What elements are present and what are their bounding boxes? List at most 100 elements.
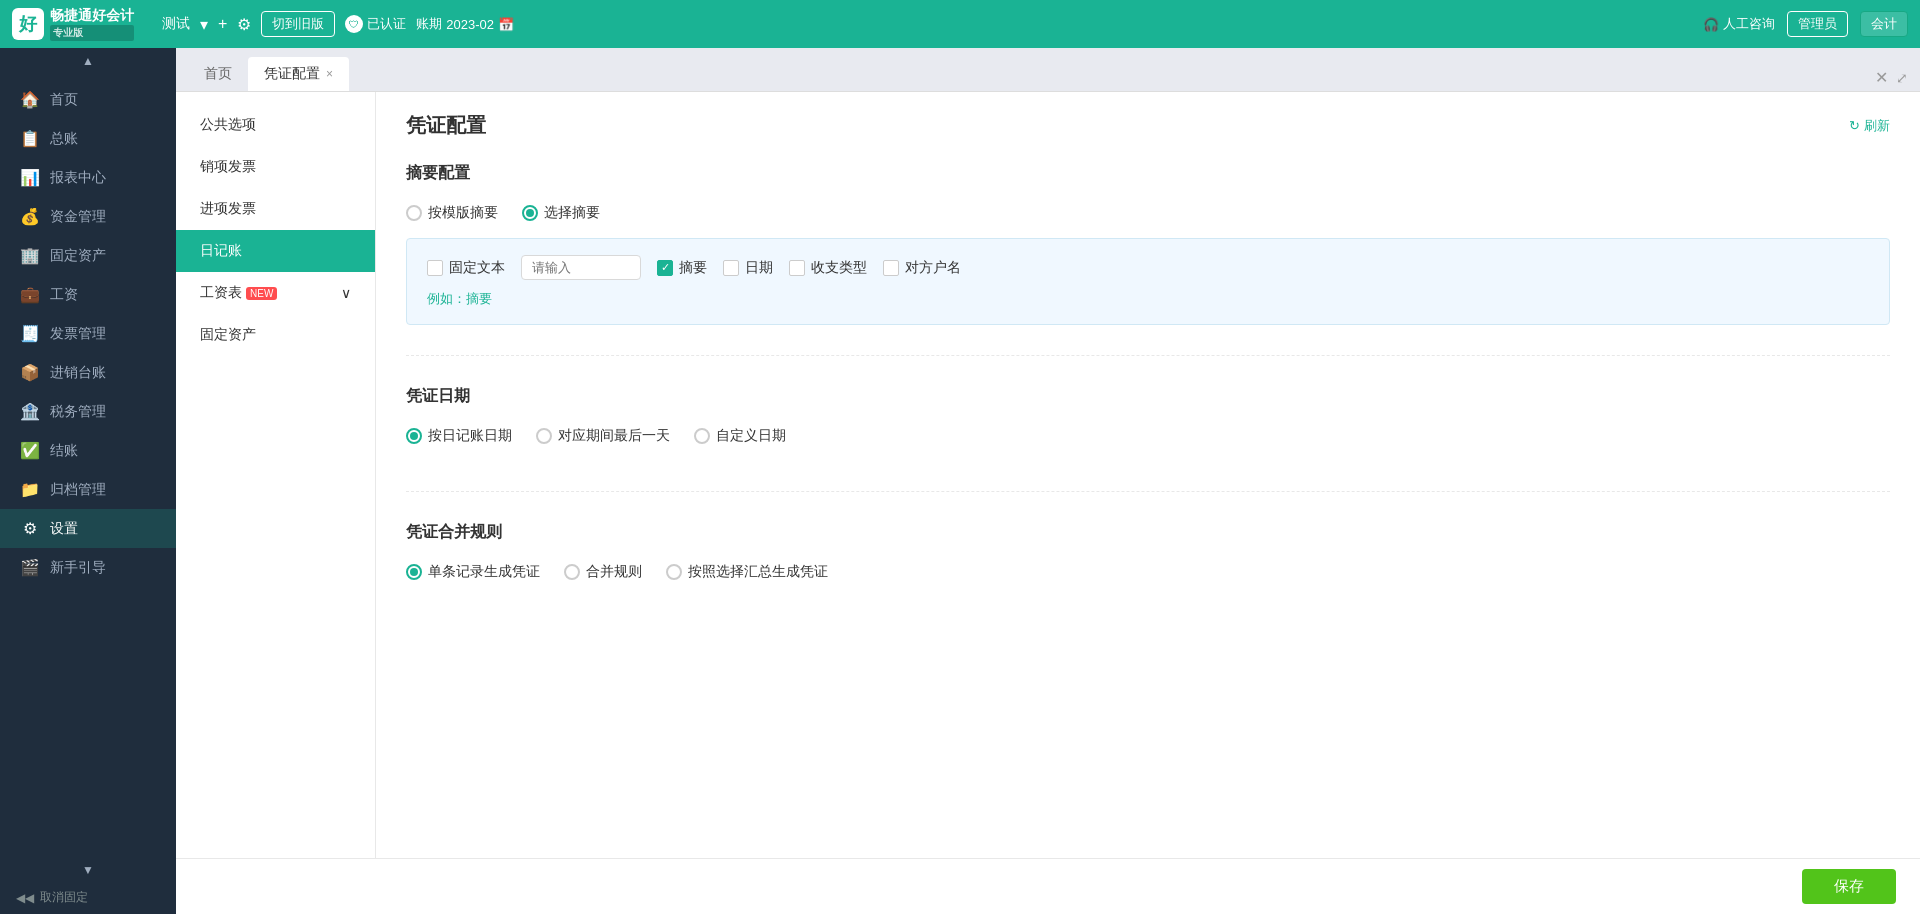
close-period-icon: ✅ xyxy=(20,441,40,460)
checkbox-summary[interactable]: ✓ 摘要 xyxy=(657,259,707,277)
logo: 好 畅捷通好会计 专业版 xyxy=(12,7,152,41)
sidebar-item-archive[interactable]: 📁 归档管理 xyxy=(0,470,176,509)
left-menu-item-public[interactable]: 公共选项 xyxy=(176,104,375,146)
tab-close-icon[interactable]: × xyxy=(326,67,333,81)
new-badge: NEW xyxy=(246,287,277,300)
radio-circle-custom-date xyxy=(694,428,710,444)
radio-period-last[interactable]: 对应期间最后一天 xyxy=(536,427,670,445)
summary-section-title: 摘要配置 xyxy=(406,163,1890,184)
left-menu-item-payroll[interactable]: 工资表NEW ∨ xyxy=(176,272,375,314)
refresh-button[interactable]: ↻ 刷新 xyxy=(1849,117,1890,135)
radio-merge-rule[interactable]: 合并规则 xyxy=(564,563,642,581)
sidebar-item-assets[interactable]: 🏢 固定资产 xyxy=(0,236,176,275)
left-menu-item-journal[interactable]: 日记账 xyxy=(176,230,375,272)
shield-icon: 🛡 xyxy=(345,15,363,33)
left-menu-item-purchase[interactable]: 进项发票 xyxy=(176,188,375,230)
summary-label: 摘要 xyxy=(679,259,707,277)
date-radio-group: 按日记账日期 对应期间最后一天 自定义日期 xyxy=(406,427,1890,445)
example-text: 例如：摘要 xyxy=(427,290,1869,308)
logo-text: 畅捷通好会计 专业版 xyxy=(50,7,134,41)
app-edition: 专业版 xyxy=(50,25,134,41)
company-selector[interactable]: 测试 xyxy=(162,15,190,33)
page-title: 凭证配置 xyxy=(406,112,486,139)
sidebar-item-funds[interactable]: 💰 资金管理 xyxy=(0,197,176,236)
logo-icon: 好 xyxy=(12,8,44,40)
radio-custom-date-label: 自定义日期 xyxy=(716,427,786,445)
radio-custom-date[interactable]: 自定义日期 xyxy=(694,427,786,445)
checkbox-fixed-text[interactable]: 固定文本 xyxy=(427,259,505,277)
tab-voucher-label: 凭证配置 xyxy=(264,65,320,83)
dropdown-icon[interactable]: ▾ xyxy=(200,15,208,34)
radio-select-summary[interactable]: 选择摘要 xyxy=(522,204,600,222)
sidebar-item-label: 工资 xyxy=(50,286,78,304)
close-panel-icon[interactable]: ✕ xyxy=(1875,68,1888,87)
radio-select-label: 选择摘要 xyxy=(544,204,600,222)
save-button[interactable]: 保存 xyxy=(1802,869,1896,904)
fixed-text-input[interactable] xyxy=(521,255,641,280)
refresh-label: 刷新 xyxy=(1864,117,1890,135)
income-type-label: 收支类型 xyxy=(811,259,867,277)
consult-button[interactable]: 🎧 人工咨询 xyxy=(1703,15,1775,33)
left-menu-item-fixed-assets[interactable]: 固定资产 xyxy=(176,314,375,356)
sidebar-item-trade[interactable]: 📦 进销台账 xyxy=(0,353,176,392)
page-content: 公共选项 销项发票 进项发票 日记账 工资表NEW ∨ 固定资产 凭证配置 ↻ … xyxy=(176,92,1920,858)
radio-summary-gen[interactable]: 按照选择汇总生成凭证 xyxy=(666,563,828,581)
checkbox-fixed-text-box xyxy=(427,260,443,276)
radio-journal-date[interactable]: 按日记账日期 xyxy=(406,427,512,445)
sidebar-item-tax[interactable]: 🏦 税务管理 xyxy=(0,392,176,431)
admin-button[interactable]: 管理员 xyxy=(1787,11,1848,37)
sidebar-item-close[interactable]: ✅ 结账 xyxy=(0,431,176,470)
sidebar-item-label: 资金管理 xyxy=(50,208,106,226)
payroll-label: 工资表NEW xyxy=(200,284,277,302)
radio-merge-rule-label: 合并规则 xyxy=(586,563,642,581)
tab-home[interactable]: 首页 xyxy=(188,57,248,91)
sidebar-item-label: 设置 xyxy=(50,520,78,538)
invoice-icon: 🧾 xyxy=(20,324,40,343)
radio-single[interactable]: 单条记录生成凭证 xyxy=(406,563,540,581)
merge-radio-group: 单条记录生成凭证 合并规则 按照选择汇总生成凭证 xyxy=(406,563,1890,581)
sidebar: ▲ 🏠 首页 📋 总账 📊 报表中心 💰 资金管理 🏢 固定资产 xyxy=(0,48,176,914)
sidebar-item-reports[interactable]: 📊 报表中心 xyxy=(0,158,176,197)
merge-section-title: 凭证合并规则 xyxy=(406,522,1890,543)
left-arrow-icon: ◀◀ xyxy=(16,891,34,905)
sidebar-item-label: 新手引导 xyxy=(50,559,106,577)
left-menu-item-sales[interactable]: 销项发票 xyxy=(176,146,375,188)
add-icon[interactable]: + xyxy=(218,15,227,33)
radio-circle-template xyxy=(406,205,422,221)
app-title: 畅捷通好会计 xyxy=(50,7,134,25)
tab-voucher[interactable]: 凭证配置 × xyxy=(248,57,349,91)
checkbox-income-type[interactable]: 收支类型 xyxy=(789,259,867,277)
period-info: 账期 2023-02 📅 xyxy=(416,15,514,33)
settings-icon[interactable]: ⚙ xyxy=(237,15,251,34)
checkbox-date[interactable]: 日期 xyxy=(723,259,773,277)
radio-template[interactable]: 按模版摘要 xyxy=(406,204,498,222)
sidebar-item-ledger[interactable]: 📋 总账 xyxy=(0,119,176,158)
switch-version-button[interactable]: 切到旧版 xyxy=(261,11,335,37)
sidebar-item-label: 首页 xyxy=(50,91,78,109)
checkbox-date-box xyxy=(723,260,739,276)
sidebar-item-label: 固定资产 xyxy=(50,247,106,265)
checkbox-counterpart[interactable]: 对方户名 xyxy=(883,259,961,277)
sidebar-item-label: 归档管理 xyxy=(50,481,106,499)
sidebar-item-guide[interactable]: 🎬 新手引导 xyxy=(0,548,176,587)
sidebar-scroll-down[interactable]: ▼ xyxy=(0,857,176,881)
archive-icon: 📁 xyxy=(20,480,40,499)
sidebar-item-label: 发票管理 xyxy=(50,325,106,343)
radio-period-last-label: 对应期间最后一天 xyxy=(558,427,670,445)
sidebar-item-home[interactable]: 🏠 首页 xyxy=(0,80,176,119)
main-layout: ▲ 🏠 首页 📋 总账 📊 报表中心 💰 资金管理 🏢 固定资产 xyxy=(0,48,1920,914)
sidebar-item-salary[interactable]: 💼 工资 xyxy=(0,275,176,314)
calendar-icon[interactable]: 📅 xyxy=(498,17,514,32)
left-menu: 公共选项 销项发票 进项发票 日记账 工资表NEW ∨ 固定资产 xyxy=(176,92,376,858)
expand-icon[interactable]: ⤢ xyxy=(1896,70,1908,86)
verified-badge: 🛡 已认证 xyxy=(345,15,406,33)
sidebar-scroll-up[interactable]: ▲ xyxy=(0,48,176,72)
assets-icon: 🏢 xyxy=(20,246,40,265)
sidebar-item-label: 报表中心 xyxy=(50,169,106,187)
radio-circle-journal-date xyxy=(406,428,422,444)
cancel-fixed-button[interactable]: ◀◀ 取消固定 xyxy=(0,881,176,914)
sidebar-item-settings[interactable]: ⚙ 设置 xyxy=(0,509,176,548)
accountant-button[interactable]: 会计 xyxy=(1860,11,1908,37)
sidebar-item-invoice[interactable]: 🧾 发票管理 xyxy=(0,314,176,353)
radio-single-label: 单条记录生成凭证 xyxy=(428,563,540,581)
